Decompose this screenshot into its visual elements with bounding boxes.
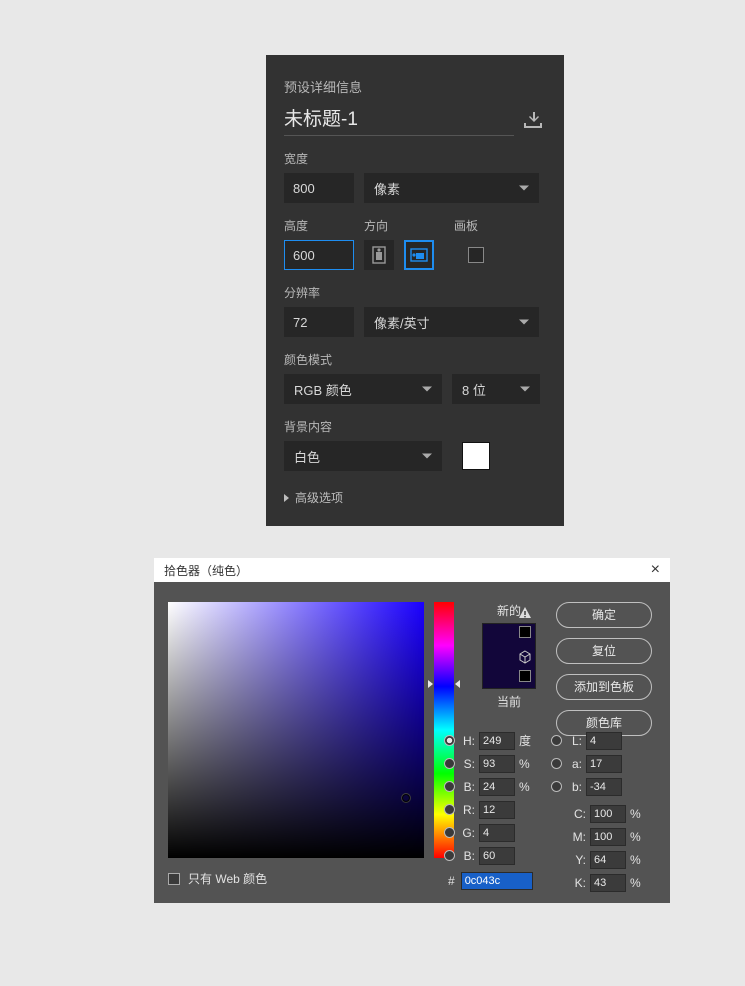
new-color-label: 新的 — [466, 602, 552, 619]
chevron-right-icon — [284, 494, 289, 502]
y-label: Y: — [572, 853, 586, 867]
web-colors-only-checkbox[interactable] — [168, 873, 180, 885]
a-input[interactable] — [586, 755, 622, 773]
L-input[interactable] — [586, 732, 622, 750]
colormode-select[interactable]: RGB 颜色 — [284, 374, 442, 404]
chevron-down-icon — [422, 387, 432, 392]
chevron-down-icon — [519, 186, 529, 191]
background-label: 背景内容 — [284, 418, 546, 435]
sv-cursor-icon — [401, 793, 411, 803]
s-radio[interactable] — [444, 758, 455, 769]
g-radio[interactable] — [444, 827, 455, 838]
L-radio[interactable] — [551, 735, 562, 746]
resolution-unit-select[interactable]: 像素/英寸 — [364, 307, 539, 337]
artboard-checkbox[interactable] — [468, 247, 484, 263]
h-input[interactable] — [479, 732, 515, 750]
background-value: 白色 — [294, 447, 320, 466]
bval-label: B: — [461, 780, 475, 794]
hex-label: # — [448, 874, 455, 888]
add-to-swatches-button[interactable]: 添加到色板 — [556, 674, 652, 700]
resolution-unit-value: 像素/英寸 — [374, 313, 430, 332]
a-label: a: — [568, 757, 582, 771]
chevron-down-icon — [422, 454, 432, 459]
h-radio[interactable] — [444, 735, 455, 746]
web-colors-only-label: 只有 Web 颜色 — [188, 870, 267, 887]
width-input[interactable] — [284, 173, 354, 203]
m-input[interactable] — [590, 828, 626, 846]
width-unit-value: 像素 — [374, 179, 400, 198]
chevron-down-icon — [519, 320, 529, 325]
colormode-value: RGB 颜色 — [294, 380, 352, 399]
width-label: 宽度 — [284, 150, 546, 167]
b-radio[interactable] — [444, 850, 455, 861]
k-label: K: — [572, 876, 586, 890]
background-color-swatch[interactable] — [462, 442, 490, 470]
L-label: L: — [568, 734, 582, 748]
orientation-label: 方向 — [364, 217, 444, 234]
gamut-warning-icon[interactable] — [518, 606, 532, 620]
y-input[interactable] — [590, 851, 626, 869]
m-unit: % — [630, 830, 644, 844]
save-preset-icon[interactable] — [524, 112, 546, 128]
bval-radio[interactable] — [444, 781, 455, 792]
s-label: S: — [461, 757, 475, 771]
close-icon[interactable]: × — [651, 561, 660, 579]
c-input[interactable] — [590, 805, 626, 823]
ok-button[interactable]: 确定 — [556, 602, 652, 628]
new-document-preset-panel: 预设详细信息 未标题-1 宽度 像素 高度 方向 画板 分辨率 像素/英寸 — [266, 55, 564, 526]
saturation-value-field[interactable] — [168, 602, 424, 858]
lab-b-radio[interactable] — [551, 781, 562, 792]
color-picker-dialog: 拾色器（纯色） × 新的 — [154, 558, 670, 903]
b-input[interactable] — [479, 847, 515, 865]
lab-b-label: b: — [568, 780, 582, 794]
r-radio[interactable] — [444, 804, 455, 815]
orientation-portrait-button[interactable] — [364, 240, 394, 270]
artboard-label: 画板 — [454, 217, 478, 234]
bval-unit: % — [519, 780, 533, 794]
y-unit: % — [630, 853, 644, 867]
k-unit: % — [630, 876, 644, 890]
chevron-down-icon — [520, 387, 530, 392]
background-select[interactable]: 白色 — [284, 441, 442, 471]
colormode-label: 颜色模式 — [284, 351, 546, 368]
hex-input[interactable] — [461, 872, 533, 890]
s-input[interactable] — [479, 755, 515, 773]
h-unit: 度 — [519, 732, 533, 749]
h-label: H: — [461, 734, 475, 748]
b-label: B: — [461, 849, 475, 863]
cube-swatch[interactable] — [519, 670, 531, 682]
bitdepth-select[interactable]: 8 位 — [452, 374, 540, 404]
g-input[interactable] — [479, 824, 515, 842]
a-radio[interactable] — [551, 758, 562, 769]
c-label: C: — [572, 807, 586, 821]
lab-b-input[interactable] — [586, 778, 622, 796]
height-label: 高度 — [284, 217, 354, 234]
cube-icon[interactable] — [518, 650, 532, 664]
k-input[interactable] — [590, 874, 626, 892]
orientation-landscape-button[interactable] — [404, 240, 434, 270]
c-unit: % — [630, 807, 644, 821]
g-label: G: — [461, 826, 475, 840]
m-label: M: — [572, 830, 586, 844]
color-picker-title: 拾色器（纯色） — [164, 562, 651, 579]
resolution-label: 分辨率 — [284, 284, 546, 301]
r-label: R: — [461, 803, 475, 817]
bval-input[interactable] — [479, 778, 515, 796]
advanced-options-toggle[interactable]: 高级选项 — [284, 489, 546, 506]
color-picker-titlebar: 拾色器（纯色） × — [154, 558, 670, 582]
bitdepth-value: 8 位 — [462, 380, 486, 399]
gamut-warning-swatch[interactable] — [519, 626, 531, 638]
preset-section-title: 预设详细信息 — [284, 77, 546, 96]
advanced-options-label: 高级选项 — [295, 489, 343, 506]
document-title-input[interactable]: 未标题-1 — [284, 104, 514, 136]
reset-button[interactable]: 复位 — [556, 638, 652, 664]
resolution-input[interactable] — [284, 307, 354, 337]
height-input[interactable] — [284, 240, 354, 270]
s-unit: % — [519, 757, 533, 771]
current-color-label: 当前 — [466, 693, 552, 710]
width-unit-select[interactable]: 像素 — [364, 173, 539, 203]
r-input[interactable] — [479, 801, 515, 819]
